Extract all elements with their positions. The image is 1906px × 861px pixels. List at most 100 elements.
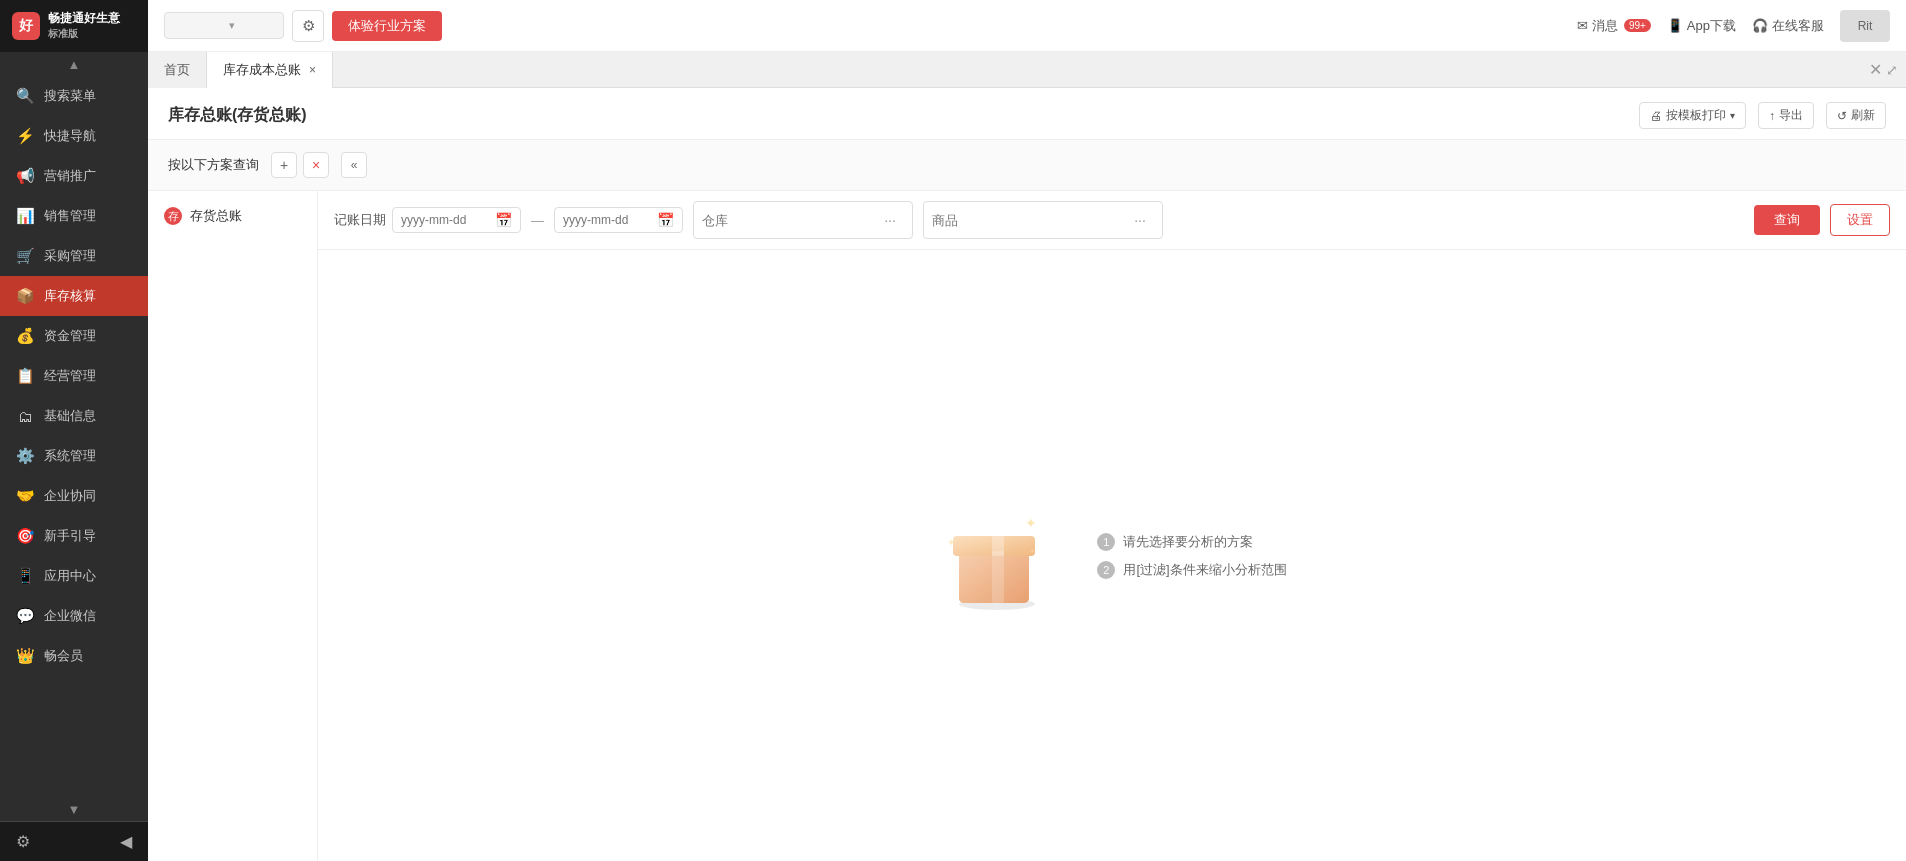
date-start-input[interactable] xyxy=(401,213,491,227)
page-header-actions: 🖨 按模板打印 ▾ ↑ 导出 ↺ 刷新 xyxy=(1639,102,1886,129)
settings-button[interactable]: 设置 xyxy=(1830,204,1890,236)
sidebar-label-wechat: 企业微信 xyxy=(44,607,96,625)
date-label: 记账日期 xyxy=(334,211,386,229)
industry-solution-button[interactable]: 体验行业方案 xyxy=(332,11,442,41)
warehouse-more-button[interactable]: ··· xyxy=(876,206,904,234)
refresh-button[interactable]: ↺ 刷新 xyxy=(1826,102,1886,129)
logo-icon: 好 xyxy=(12,12,40,40)
export-button[interactable]: ↑ 导出 xyxy=(1758,102,1814,129)
sidebar-item-inventory[interactable]: 📦 库存核算 xyxy=(0,276,148,316)
tab-cost-ledger[interactable]: 库存成本总账 × xyxy=(207,52,333,88)
sidebar-icon-sales: 📊 xyxy=(16,207,34,225)
warehouse-input[interactable] xyxy=(702,213,870,228)
calendar-end-icon[interactable]: 📅 xyxy=(657,212,674,228)
topbar-breadcrumb[interactable]: ▾ xyxy=(164,12,284,39)
print-label: 按模板打印 xyxy=(1666,107,1726,124)
sidebar-label-quicknav: 快捷导航 xyxy=(44,127,96,145)
content-area: 存 存货总账 记账日期 📅 — xyxy=(148,191,1906,861)
sidebar-label-purchase: 采购管理 xyxy=(44,247,96,265)
page-content: 库存总账(存货总账) 🖨 按模板打印 ▾ ↑ 导出 ↺ 刷新 按以下方案查询 xyxy=(148,88,1906,861)
print-button[interactable]: 🖨 按模板打印 ▾ xyxy=(1639,102,1746,129)
app-download-button[interactable]: 📱 App下载 xyxy=(1667,17,1736,35)
export-icon: ↑ xyxy=(1769,109,1775,123)
breadcrumb-chevron-icon: ▾ xyxy=(229,19,235,32)
filter-actions: + × xyxy=(271,152,329,178)
user-avatar[interactable]: Rit xyxy=(1840,10,1890,42)
message-icon: ✉ xyxy=(1577,18,1588,33)
sidebar-item-member[interactable]: 👑 畅会员 xyxy=(0,636,148,676)
tab-close-all-icon[interactable]: ✕ xyxy=(1869,60,1882,79)
sidebar-item-guide[interactable]: 🎯 新手引导 xyxy=(0,516,148,556)
sidebar-label-search: 搜索菜单 xyxy=(44,87,96,105)
sidebar-item-system[interactable]: ⚙️ 系统管理 xyxy=(0,436,148,476)
filter-collapse-button[interactable]: « xyxy=(341,152,367,178)
sidebar-scroll-up[interactable]: ▲ xyxy=(0,52,148,76)
sidebar-label-sales: 销售管理 xyxy=(44,207,96,225)
date-field: 记账日期 📅 — 📅 xyxy=(334,207,683,233)
filter-delete-button[interactable]: × xyxy=(303,152,329,178)
sidebar-label-inventory: 库存核算 xyxy=(44,287,96,305)
sidebar-icon-basic: 🗂 xyxy=(16,407,34,425)
topbar-actions: ✉ 消息 99+ 📱 App下载 🎧 在线客服 Rit xyxy=(1577,10,1890,42)
logo-text: 畅捷通好生意 xyxy=(48,11,120,27)
left-panel: 存 存货总账 xyxy=(148,191,318,861)
inventory-ledger-label: 存货总账 xyxy=(190,207,242,225)
tab-cost-ledger-close-icon[interactable]: × xyxy=(309,63,316,77)
tab-home[interactable]: 首页 xyxy=(148,52,207,88)
sidebar-item-marketing[interactable]: 📢 营销推广 xyxy=(0,156,148,196)
hint-text-1: 请先选择要分析的方案 xyxy=(1123,533,1253,551)
svg-text:✦: ✦ xyxy=(947,537,955,548)
headset-icon: 🎧 xyxy=(1752,18,1768,33)
warehouse-field: ··· xyxy=(693,201,913,239)
date-separator: — xyxy=(531,213,544,228)
online-service-label: 在线客服 xyxy=(1772,17,1824,35)
sidebar-icon-enterprise: 🤝 xyxy=(16,487,34,505)
print-arrow-icon: ▾ xyxy=(1730,110,1735,121)
sidebar-label-basic: 基础信息 xyxy=(44,407,96,425)
goods-more-button[interactable]: ··· xyxy=(1126,206,1154,234)
online-service-button[interactable]: 🎧 在线客服 xyxy=(1752,17,1824,35)
main-content: ▾ ⚙ 体验行业方案 ✉ 消息 99+ 📱 App下载 🎧 在线客服 Rit xyxy=(148,0,1906,861)
tab-home-label: 首页 xyxy=(164,61,190,79)
settings-icon[interactable]: ⚙ xyxy=(16,832,30,851)
sidebar-item-operation[interactable]: 📋 经营管理 xyxy=(0,356,148,396)
sidebar-item-purchase[interactable]: 🛒 采购管理 xyxy=(0,236,148,276)
sidebar-footer: ⚙ ◀ xyxy=(0,821,148,861)
sidebar-label-guide: 新手引导 xyxy=(44,527,96,545)
sidebar-icon-operation: 📋 xyxy=(16,367,34,385)
goods-input[interactable] xyxy=(932,213,1120,228)
sidebar-item-finance[interactable]: 💰 资金管理 xyxy=(0,316,148,356)
messages-button[interactable]: ✉ 消息 99+ xyxy=(1577,17,1651,35)
filter-add-button[interactable]: + xyxy=(271,152,297,178)
breadcrumb-text xyxy=(175,17,223,34)
query-button[interactable]: 查询 xyxy=(1754,205,1820,235)
calendar-start-icon[interactable]: 📅 xyxy=(495,212,512,228)
empty-text: 1 请先选择要分析的方案 2 用[过滤]条件来缩小分析范围 xyxy=(1097,533,1286,579)
topbar-gear-icon[interactable]: ⚙ xyxy=(292,10,324,42)
logo-badge: 标准版 xyxy=(48,27,120,41)
collapse-sidebar-icon[interactable]: ◀ xyxy=(120,832,132,851)
sidebar-label-operation: 经营管理 xyxy=(44,367,96,385)
sidebar-item-basic[interactable]: 🗂 基础信息 xyxy=(0,396,148,436)
sidebar-item-sales[interactable]: 📊 销售管理 xyxy=(0,196,148,236)
tab-expand-icon[interactable]: ⤢ xyxy=(1886,62,1898,78)
export-label: 导出 xyxy=(1779,107,1803,124)
filter-label: 按以下方案查询 xyxy=(168,156,259,174)
empty-hint-2: 2 用[过滤]条件来缩小分析范围 xyxy=(1097,561,1286,579)
hint-num-2: 2 xyxy=(1097,561,1115,579)
sidebar-icon-quicknav: ⚡ xyxy=(16,127,34,145)
print-icon: 🖨 xyxy=(1650,109,1662,123)
tabs-bar: 首页 库存成本总账 × ✕ ⤢ xyxy=(148,52,1906,88)
tab-cost-ledger-label: 库存成本总账 xyxy=(223,61,301,79)
sidebar-item-quicknav[interactable]: ⚡ 快捷导航 xyxy=(0,116,148,156)
sidebar-item-wechat[interactable]: 💬 企业微信 xyxy=(0,596,148,636)
date-end-input[interactable] xyxy=(563,213,653,227)
sidebar-item-enterprise[interactable]: 🤝 企业协同 xyxy=(0,476,148,516)
sidebar-item-appcenter[interactable]: 📱 应用中心 xyxy=(0,556,148,596)
messages-badge: 99+ xyxy=(1624,19,1651,32)
hint-num-1: 1 xyxy=(1097,533,1115,551)
sidebar-scroll-down[interactable]: ▼ xyxy=(0,797,148,821)
left-panel-item-inventory-ledger[interactable]: 存 存货总账 xyxy=(148,199,317,233)
empty-box-svg: ✦ ✦ ✦ xyxy=(937,496,1057,616)
sidebar-item-search[interactable]: 🔍 搜索菜单 xyxy=(0,76,148,116)
